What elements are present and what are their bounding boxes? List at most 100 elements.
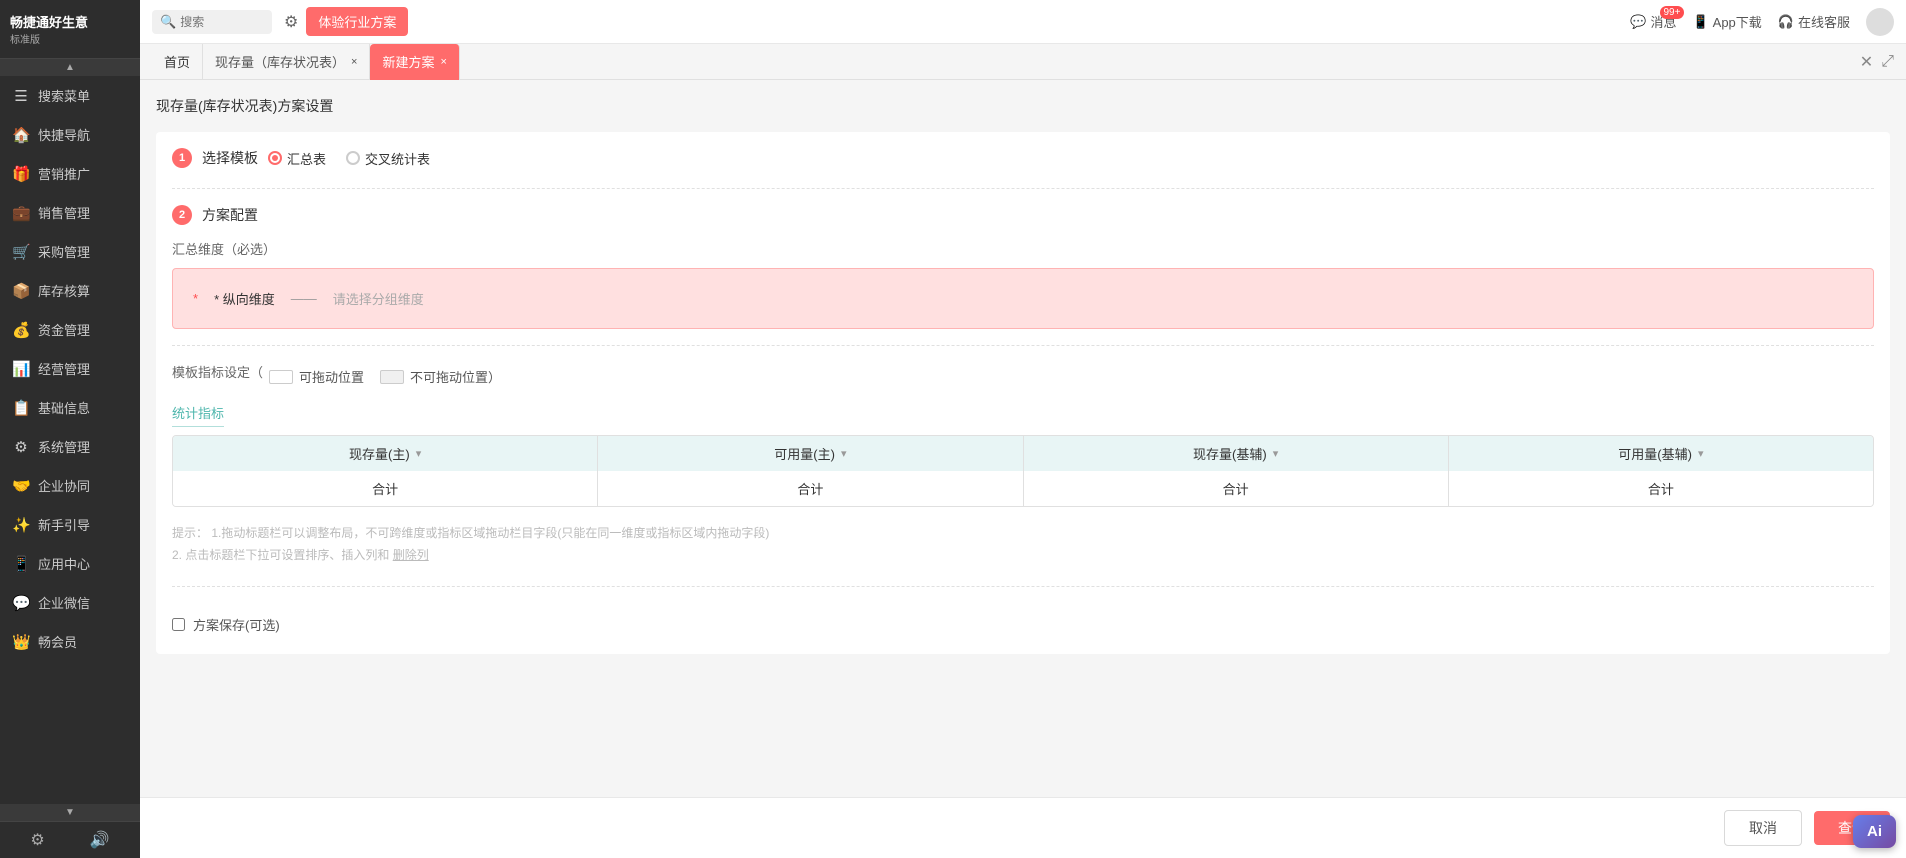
sidebar-item-label: 应用中心	[38, 554, 90, 573]
template-label: 模板指标设定（	[172, 362, 263, 381]
sidebar-item-sales[interactable]: 💼 销售管理	[0, 193, 140, 232]
tip1-text: 1.拖动标题栏可以调整布局，不可跨维度或指标区域拖动栏目字段(只能在同一维度或指…	[211, 526, 769, 540]
sidebar-item-purchase[interactable]: 🛒 采购管理	[0, 232, 140, 271]
chevron-down-icon-2: ▾	[1273, 447, 1279, 460]
stats-col-label-1: 可用量(主)	[774, 444, 835, 463]
stats-header-cell-1[interactable]: 可用量(主) ▾	[598, 436, 1023, 471]
sidebar-item-new-guide[interactable]: ✨ 新手引导	[0, 505, 140, 544]
stats-data-row: 合计 合计 合计 合计	[173, 471, 1873, 506]
close-panel-icon[interactable]: ✕	[1860, 52, 1873, 72]
step2-title: 方案配置	[202, 205, 258, 225]
cart-icon: 🛒	[12, 243, 30, 261]
message-button[interactable]: 💬 消息 99+	[1630, 12, 1676, 31]
chart-icon: 📊	[12, 360, 30, 378]
online-service-label: 在线客服	[1798, 12, 1850, 31]
tab-inventory-close-icon[interactable]: ×	[351, 56, 357, 68]
sidebar: 畅捷通好生意 标准版 ▲ ☰ 搜索菜单 🏠 快捷导航 🎁 营销推广 💼 销售管理…	[0, 0, 140, 858]
step1-header: 1 选择模板 汇总表 交叉统计表	[172, 148, 1874, 168]
online-service-button[interactable]: 🎧 在线客服	[1778, 12, 1850, 31]
app-name: 畅捷通好生意	[10, 12, 130, 31]
message-badge: 99+	[1660, 6, 1685, 19]
tab-inventory-status[interactable]: 现存量（库存状况表） ×	[203, 44, 370, 80]
tab-new-plan-close-icon[interactable]: ×	[440, 56, 446, 68]
chevron-down-icon-1: ▾	[841, 447, 847, 460]
cancel-button[interactable]: 取消	[1724, 810, 1802, 846]
app-edition: 标准版	[10, 31, 130, 46]
stats-header-cell-3[interactable]: 可用量(基辅) ▾	[1449, 436, 1873, 471]
sidebar-item-cooperation[interactable]: 🤝 企业协同	[0, 466, 140, 505]
headset-icon: 🎧	[1778, 14, 1794, 30]
stats-header-cell-2[interactable]: 现存量(基辅) ▾	[1024, 436, 1449, 471]
search-input[interactable]	[180, 15, 260, 29]
sidebar-item-app-center[interactable]: 📱 应用中心	[0, 544, 140, 583]
sidebar-item-marketing[interactable]: 🎁 营销推广	[0, 154, 140, 193]
chevron-down-icon-0: ▾	[416, 447, 422, 460]
sidebar-item-basic-info[interactable]: 📋 基础信息	[0, 388, 140, 427]
sidebar-item-label: 采购管理	[38, 242, 90, 261]
settings-icon[interactable]: ⚙	[30, 830, 44, 850]
stats-data-cell-2: 合计	[1024, 471, 1449, 506]
radio-summary-label: 汇总表	[287, 149, 326, 168]
sidebar-item-system[interactable]: ⚙ 系统管理	[0, 427, 140, 466]
sidebar-item-label: 畅会员	[38, 632, 77, 651]
stats-title: 统计指标	[172, 403, 224, 427]
ai-fab-button[interactable]: Ai	[1853, 815, 1896, 848]
topbar: 🔍 ⚙ 体验行业方案 💬 消息 99+ 📱 App下载 🎧 在线客服	[140, 0, 1906, 44]
content-area: 现存量(库存状况表)方案设置 1 选择模板 汇总表 交叉统计表	[140, 80, 1906, 797]
stats-header-cell-0[interactable]: 现存量(主) ▾	[173, 436, 598, 471]
page-title: 现存量(库存状况表)方案设置	[156, 96, 1890, 116]
tab-home[interactable]: 首页	[152, 44, 203, 80]
sidebar-item-label: 系统管理	[38, 437, 90, 456]
settings-icon[interactable]: ⚙	[284, 12, 298, 32]
sidebar-item-operations[interactable]: 📊 经营管理	[0, 349, 140, 388]
nodrag-color-swatch	[380, 370, 404, 384]
sidebar-footer: ⚙ 🔊	[0, 821, 140, 858]
industry-plan-button[interactable]: 体验行业方案	[306, 7, 408, 36]
sidebar-item-member[interactable]: 👑 畅会员	[0, 622, 140, 661]
sidebar-scroll-up[interactable]: ▲	[0, 59, 140, 76]
tip1: 提示： 1.拖动标题栏可以调整布局，不可跨维度或指标区域拖动栏目字段(只能在同一…	[172, 523, 1874, 545]
save-label: 方案保存(可选)	[193, 615, 280, 634]
sidebar-item-label: 基础信息	[38, 398, 90, 417]
stats-data-value-2: 合计	[1223, 479, 1249, 498]
clipboard-icon: 📋	[12, 399, 30, 417]
sidebar-item-quick-nav[interactable]: 🏠 快捷导航	[0, 115, 140, 154]
search-box[interactable]: 🔍	[152, 10, 272, 34]
settings-panel: 1 选择模板 汇总表 交叉统计表	[156, 132, 1890, 654]
agg-dimension-box[interactable]: * * 纵向维度 —— 请选择分组维度	[172, 268, 1874, 329]
radio-cross[interactable]: 交叉统计表	[346, 149, 430, 168]
sidebar-scroll-down[interactable]: ▼	[0, 804, 140, 821]
save-divider	[172, 586, 1874, 587]
sidebar-item-inventory[interactable]: 📦 库存核算	[0, 271, 140, 310]
app-download-button[interactable]: 📱 App下载	[1692, 12, 1761, 31]
sidebar-item-enterprise-wechat[interactable]: 💬 企业微信	[0, 583, 140, 622]
sidebar-item-label: 快捷导航	[38, 125, 90, 144]
step2-header: 2 方案配置	[172, 205, 1874, 225]
tab-new-plan[interactable]: 新建方案 ×	[370, 44, 459, 80]
sidebar-item-search-menu[interactable]: ☰ 搜索菜单	[0, 76, 140, 115]
stats-data-value-0: 合计	[372, 479, 398, 498]
step1-section: 1 选择模板 汇总表 交叉统计表	[172, 148, 1874, 168]
app-download-label: App下载	[1713, 12, 1762, 31]
agg-required-star: *	[193, 291, 198, 306]
tab-inventory-label: 现存量（库存状况表）	[215, 52, 345, 71]
box-icon: 📦	[12, 282, 30, 300]
stats-header-row: 现存量(主) ▾ 可用量(主) ▾ 现存量(基辅) ▾	[173, 436, 1873, 471]
tab-home-label: 首页	[164, 52, 190, 71]
download-icon: 📱	[1692, 14, 1708, 30]
agg-placeholder: 请选择分组维度	[333, 289, 424, 308]
stats-data-cell-3: 合计	[1449, 471, 1873, 506]
audio-icon[interactable]: 🔊	[90, 830, 110, 850]
radio-summary-dot	[268, 151, 282, 165]
bottom-actions: 取消 查询	[140, 797, 1906, 858]
resize-icon[interactable]: ⤢	[1881, 53, 1894, 71]
sidebar-nav: ☰ 搜索菜单 🏠 快捷导航 🎁 营销推广 💼 销售管理 🛒 采购管理 📦 库存核…	[0, 76, 140, 804]
user-avatar[interactable]	[1866, 8, 1894, 36]
sidebar-item-label: 经营管理	[38, 359, 90, 378]
legend-nodrag-label: 不可拖动位置）	[410, 367, 501, 386]
radio-summary[interactable]: 汇总表	[268, 149, 326, 168]
save-checkbox[interactable]	[172, 618, 185, 631]
legend-items: 可拖动位置 不可拖动位置）	[269, 367, 501, 386]
sparkle-icon: ✨	[12, 516, 30, 534]
sidebar-item-finance[interactable]: 💰 资金管理	[0, 310, 140, 349]
